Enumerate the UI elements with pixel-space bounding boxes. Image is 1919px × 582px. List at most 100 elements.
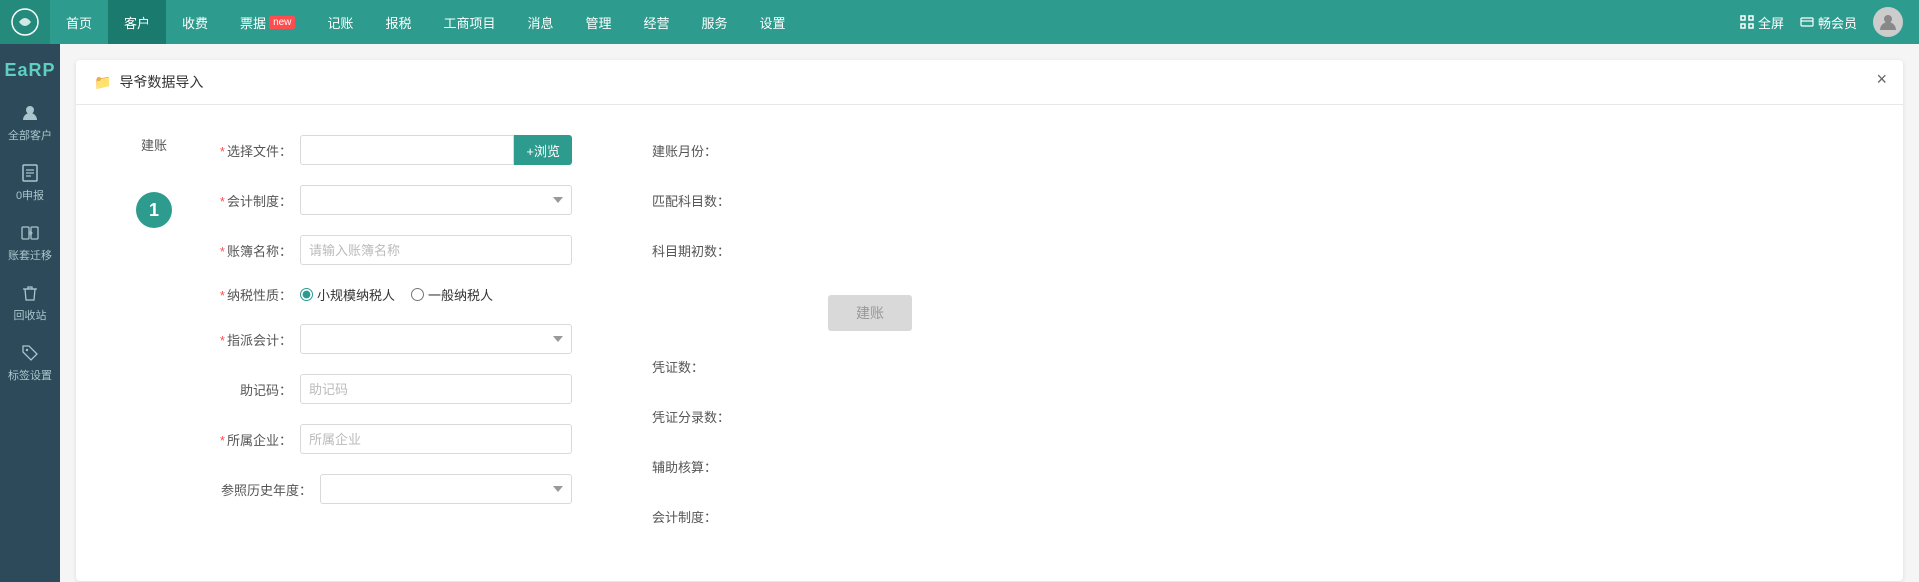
form-fields-right: 建账月份： 匹配科目数： 科目期初数： [652,135,912,551]
nav-right-area: 全屏 畅会员 [1740,7,1919,37]
ledger-name-input[interactable] [300,235,572,265]
nav-message[interactable]: 消息 [511,0,569,44]
general-taxpayer-radio[interactable] [411,288,424,301]
sidebar-item-trash-label: 回收站 [14,307,47,323]
voucher-entries-label: 凭证分录数： [652,407,730,426]
vip-icon [1800,15,1814,29]
match-subjects-row: 匹配科目数： [652,185,912,215]
general-taxpayer-radio-label[interactable]: 一般纳税人 [411,285,493,304]
tag-icon [20,343,40,363]
dialog-header: 📁 导爷数据导入 [76,60,1903,105]
build-month-label: 建账月份： [652,141,717,160]
fullscreen-icon [1740,15,1754,29]
fullscreen-btn[interactable]: 全屏 [1740,13,1784,32]
fullscreen-label: 全屏 [1758,13,1784,32]
nav-bookkeeping[interactable]: 记账 [311,0,369,44]
vip-label: 畅会员 [1818,13,1857,32]
sidebar-item-all-customers[interactable]: 全部客户 [2,95,58,151]
form-container: 建账 1 *选择文件： [76,105,1903,581]
form-fields-left: *选择文件： +浏览 *会计制度： [212,135,572,551]
general-taxpayer-radio-text: 一般纳税人 [428,285,493,304]
migrate-icon [20,223,40,243]
accounting-system-label: *会计制度： [212,191,292,210]
voucher-count-label: 凭证数： [652,357,704,376]
import-icon: 📁 [94,74,111,91]
sidebar-item-declaration[interactable]: 0申报 [2,155,58,211]
company-row: *所属企业： [212,424,572,454]
app-logo[interactable] [0,0,50,44]
aux-accounting-label: 辅助核算： [652,457,717,476]
dialog-close-button[interactable]: × [1876,70,1887,88]
form-left-section: 建账 1 [136,135,172,551]
mnemonic-input[interactable] [300,374,572,404]
nav-manage[interactable]: 管理 [569,0,627,44]
nav-service[interactable]: 服务 [686,0,744,44]
trash-icon [20,283,40,303]
company-label: *所属企业： [212,430,292,449]
sidebar: EaRP 全部客户 0申报 账套迁移 [0,44,60,582]
nav-customers[interactable]: 客户 [108,0,166,44]
accounting-system-right-label: 会计制度： [652,507,717,526]
tax-type-radio-group: 小规模纳税人 一般纳税人 [300,285,572,304]
top-navigation: 首页 客户 收费 票据 new 记账 报税 工商项目 消息 管理 经营 服务 设… [0,0,1919,44]
accounting-system-select[interactable] [300,185,572,215]
assign-accountant-row: *指派会计： [212,324,572,354]
form-body: *选择文件： +浏览 *会计制度： [212,135,912,551]
sidebar-item-trash[interactable]: 回收站 [2,275,58,331]
sidebar-item-migrate[interactable]: 账套迁移 [2,215,58,271]
history-year-label: 参照历史年度： [212,480,312,499]
nav-operation[interactable]: 经营 [628,0,686,44]
build-month-row: 建账月份： [652,135,912,165]
voucher-entries-row: 凭证分录数： [652,401,912,431]
tax-type-row: *纳税性质： 小规模纳税人 一般纳税人 [212,285,572,304]
company-input[interactable] [300,424,572,454]
match-subjects-label: 匹配科目数： [652,191,730,210]
person-icon [20,103,40,123]
small-scale-radio[interactable] [300,288,313,301]
new-badge: new [269,16,295,29]
file-field-label: *选择文件： [212,141,292,160]
nav-fees[interactable]: 收费 [166,0,224,44]
dialog-title: 导爷数据导入 [119,72,203,92]
earp-logo-text: EaRP [4,54,55,91]
nav-business[interactable]: 工商项目 [427,0,511,44]
file-field-row: *选择文件： +浏览 [212,135,572,165]
main-layout: EaRP 全部客户 0申报 账套迁移 [0,44,1919,582]
nav-tax[interactable]: 报税 [369,0,427,44]
voucher-count-row: 凭证数： [652,351,912,381]
history-year-row: 参照历史年度： [212,474,572,504]
dialog-panel: 📁 导爷数据导入 × 建账 1 [76,60,1903,581]
ledger-name-label: *账簿名称： [212,241,292,260]
mnemonic-label: 助记码： [212,380,292,399]
step-label: 建账 [141,135,167,154]
small-scale-radio-label[interactable]: 小规模纳税人 [300,285,395,304]
document-icon [20,163,40,183]
file-input[interactable] [300,135,514,165]
browse-button[interactable]: +浏览 [514,135,572,165]
aux-accounting-row: 辅助核算： [652,451,912,481]
sidebar-item-migrate-label: 账套迁移 [8,247,52,263]
history-year-select[interactable] [320,474,572,504]
small-scale-radio-text: 小规模纳税人 [317,285,395,304]
sidebar-item-tags[interactable]: 标签设置 [2,335,58,391]
nav-tickets[interactable]: 票据 new [224,0,311,44]
accounting-system-row: *会计制度： [212,185,572,215]
avatar[interactable] [1873,7,1903,37]
tax-type-label: *纳税性质： [212,285,292,304]
step-badge: 1 [136,192,172,228]
assign-accountant-label: *指派会计： [212,330,292,349]
nav-items: 首页 客户 收费 票据 new 记账 报税 工商项目 消息 管理 经营 服务 设… [50,0,1740,44]
nav-settings[interactable]: 设置 [744,0,802,44]
subject-initial-row: 科目期初数： [652,235,912,265]
sidebar-item-declaration-label: 0申报 [16,187,44,203]
build-account-button[interactable]: 建账 [828,295,912,331]
user-avatar-icon [1878,12,1898,32]
mnemonic-row: 助记码： [212,374,572,404]
vip-btn[interactable]: 畅会员 [1800,13,1857,32]
ledger-name-row: *账簿名称： [212,235,572,265]
subject-initial-label: 科目期初数： [652,241,730,260]
nav-home[interactable]: 首页 [50,0,108,44]
content-area: 📁 导爷数据导入 × 建账 1 [60,44,1919,582]
sidebar-item-all-customers-label: 全部客户 [8,127,52,143]
assign-accountant-select[interactable] [300,324,572,354]
